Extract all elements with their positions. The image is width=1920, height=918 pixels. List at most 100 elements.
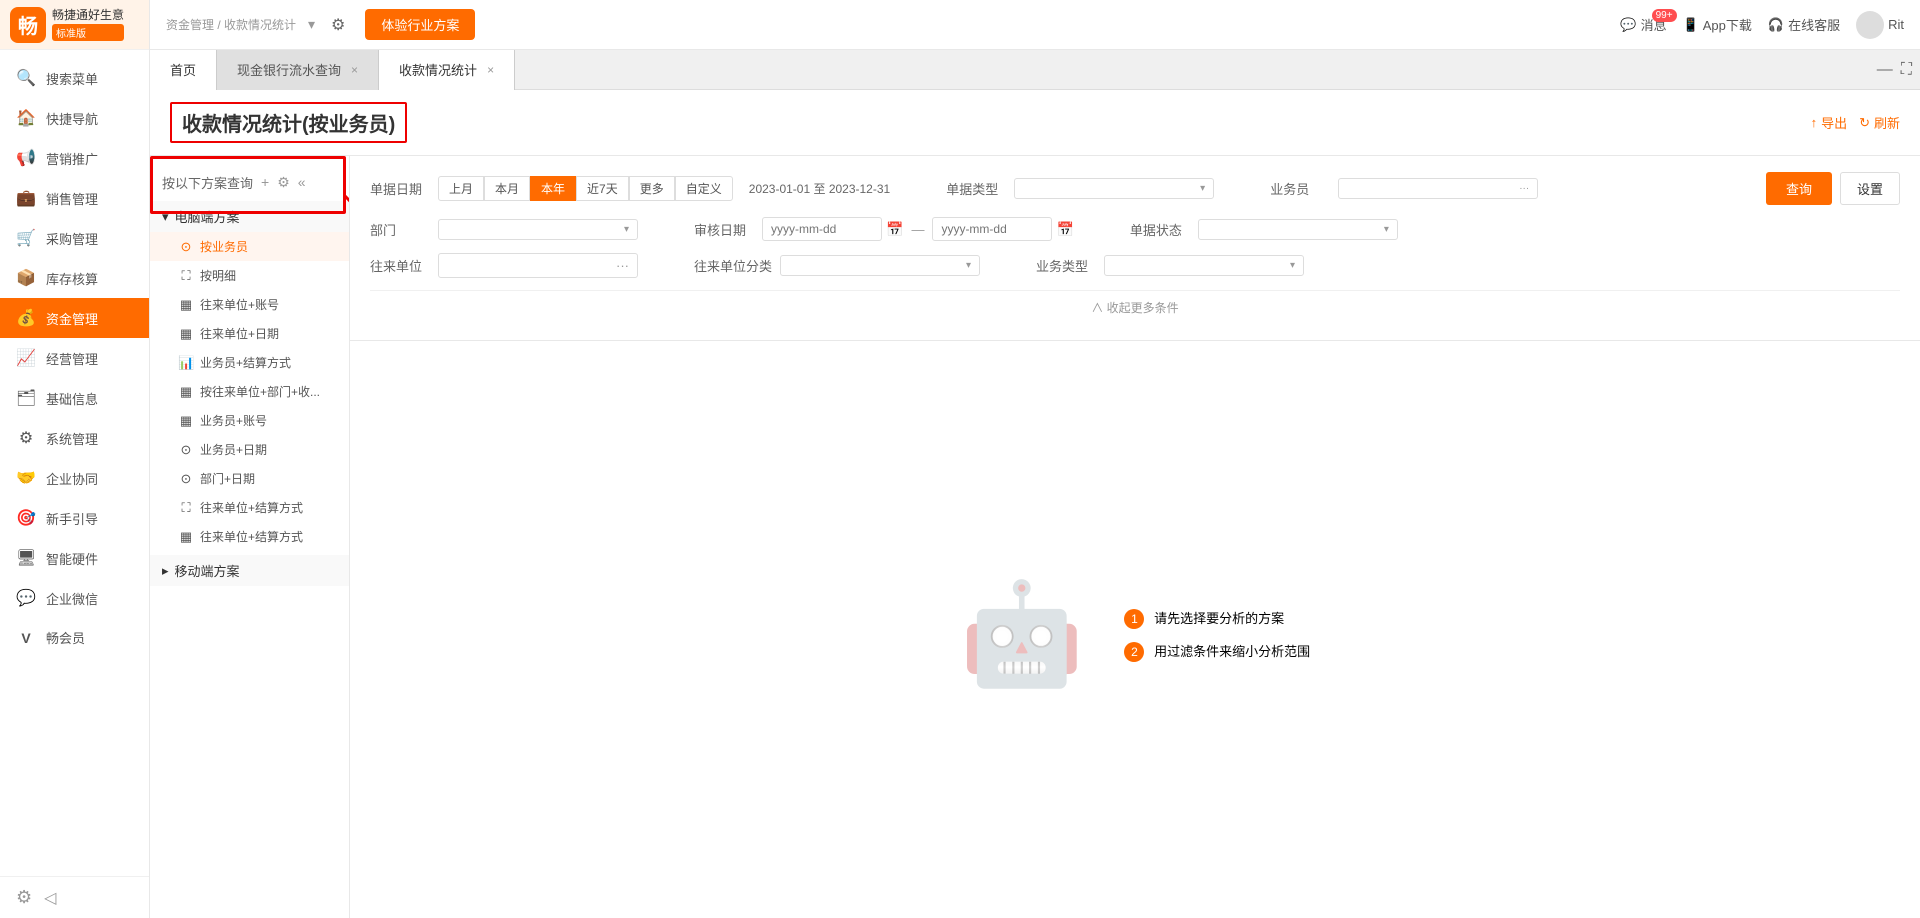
calendar-from-icon[interactable]: 📅 bbox=[886, 221, 903, 238]
voucher-status-arrow-icon: ▾ bbox=[1384, 224, 1389, 235]
topbar-settings-icon[interactable]: ⚙ bbox=[331, 15, 345, 35]
tree-item-counterpart-settlement2[interactable]: ▦ 往来单位+结算方式 bbox=[150, 522, 349, 551]
message-count: 99+ bbox=[1652, 9, 1677, 22]
sidebar-item-search-menu[interactable]: 🔍 搜索菜单 bbox=[0, 58, 149, 98]
voucher-status-select[interactable]: ▾ bbox=[1198, 219, 1398, 240]
counterpart-category-select[interactable]: ▾ bbox=[780, 255, 980, 276]
sidebar-item-label: 智能硬件 bbox=[46, 549, 98, 568]
sidebar-item-label: 库存核算 bbox=[46, 269, 98, 288]
date-tab-last-month[interactable]: 上月 bbox=[438, 176, 484, 201]
tab-minimize-icon[interactable]: — bbox=[1877, 61, 1893, 79]
salesman-select[interactable]: ··· bbox=[1338, 178, 1538, 199]
sidebar-item-wechat[interactable]: 💬 企业微信 bbox=[0, 578, 149, 618]
export-btn[interactable]: ↑ 导出 bbox=[1811, 113, 1848, 132]
sidebar-item-purchase[interactable]: 🛒 采购管理 bbox=[0, 218, 149, 258]
business-type-select[interactable]: ▾ bbox=[1104, 255, 1304, 276]
sidebar-item-operation[interactable]: 📈 经营管理 bbox=[0, 338, 149, 378]
tree-item-counterpart-dept[interactable]: ▦ 按往来单位+部门+收... bbox=[150, 377, 349, 406]
page-title: 收款情况统计(按业务员) bbox=[170, 102, 407, 143]
counterpart-category-filter: 往来单位分类 ▾ bbox=[694, 255, 980, 276]
tree-item-salesman-date[interactable]: ⊙ 业务员+日期 bbox=[150, 435, 349, 464]
voucher-type-select[interactable]: ▾ bbox=[1014, 178, 1214, 199]
sidebar-item-member[interactable]: V 畅会员 bbox=[0, 618, 149, 657]
collapse-sidebar-icon[interactable]: ◁ bbox=[44, 888, 56, 908]
review-date-from-input[interactable] bbox=[762, 217, 882, 241]
tree-desktop-header[interactable]: ▾ 电脑端方案 bbox=[150, 201, 349, 232]
counterpart-select[interactable]: ··· bbox=[438, 253, 638, 278]
export-icon: ↑ bbox=[1811, 115, 1818, 130]
tree-item-counterpart-account[interactable]: ▦ 往来单位+账号 bbox=[150, 290, 349, 319]
review-date-to-input[interactable] bbox=[932, 217, 1052, 241]
sidebar-item-system[interactable]: ⚙ 系统管理 bbox=[0, 418, 149, 458]
sidebar-item-newbie[interactable]: 🎯 新手引导 bbox=[0, 498, 149, 538]
sidebar-item-enterprise[interactable]: 🤝 企业协同 bbox=[0, 458, 149, 498]
sidebar-item-label: 搜索菜单 bbox=[46, 69, 98, 88]
sidebar-item-label: 快捷导航 bbox=[46, 109, 98, 128]
sidebar-item-sales[interactable]: 💼 销售管理 bbox=[0, 178, 149, 218]
tree-item-salesman-settlement[interactable]: 📊 业务员+结算方式 bbox=[150, 348, 349, 377]
main-content: 收款情况统计(按业务员) ↑ 导出 ↻ 刷新 按以下方案查询 + ⚙ « bbox=[150, 90, 1920, 918]
tree-item-counterpart-settlement1[interactable]: ⛶ 往来单位+结算方式 bbox=[150, 493, 349, 522]
user-name: Rit bbox=[1888, 17, 1904, 32]
refresh-btn[interactable]: ↻ 刷新 bbox=[1859, 113, 1900, 132]
message-badge[interactable]: 💬 消息 99+ bbox=[1620, 15, 1666, 34]
tree-item-label: 按业务员 bbox=[200, 238, 248, 255]
sidebar-item-inventory[interactable]: 📦 库存核算 bbox=[0, 258, 149, 298]
marketing-icon: 📢 bbox=[16, 148, 36, 168]
tab-maximize-icon[interactable]: ⛶ bbox=[1901, 61, 1912, 79]
tree-section-desktop: ▾ 电脑端方案 ⊙ 按业务员 ⛶ 按明细 ▦ 往来单位+账号 ▦ 往来单位+ bbox=[150, 201, 349, 551]
sidebar-item-label: 采购管理 bbox=[46, 229, 98, 248]
sidebar-item-label: 畅会员 bbox=[46, 628, 85, 647]
sidebar-item-label: 基础信息 bbox=[46, 389, 98, 408]
tab-bank-flow[interactable]: 现金银行流水查询 × bbox=[217, 50, 379, 90]
settings-scheme-btn[interactable]: ⚙ bbox=[275, 172, 292, 193]
sidebar-item-smart-hw[interactable]: 🖥 智能硬件 bbox=[0, 538, 149, 578]
dept-select[interactable]: ▾ bbox=[438, 219, 638, 240]
collapse-filter-bar[interactable]: ∧ 收起更多条件 bbox=[370, 290, 1900, 324]
counterpart-settlement1-icon: ⛶ bbox=[178, 500, 194, 516]
date-tab-this-year[interactable]: 本年 bbox=[530, 176, 576, 201]
tree-mobile-header[interactable]: ▸ 移动端方案 bbox=[150, 555, 349, 586]
tab-receipt-stat[interactable]: 收款情况统计 × bbox=[379, 50, 515, 90]
collapse-panel-btn[interactable]: « bbox=[296, 172, 308, 193]
online-service-link[interactable]: 🎧 在线客服 bbox=[1768, 15, 1840, 34]
date-filter-group: 单据日期 上月 本月 本年 近7天 更多 自定义 2023-01-01 至 20… bbox=[370, 176, 890, 201]
inventory-icon: 📦 bbox=[16, 268, 36, 288]
voucher-status-label: 单据状态 bbox=[1130, 220, 1190, 239]
tree-item-dept-date[interactable]: ⊙ 部门+日期 bbox=[150, 464, 349, 493]
tree-item-salesman-account[interactable]: ▦ 业务员+账号 bbox=[150, 406, 349, 435]
sidebar-item-marketing[interactable]: 📢 营销推广 bbox=[0, 138, 149, 178]
sidebar-item-basic-info[interactable]: 🗂 基础信息 bbox=[0, 378, 149, 418]
query-btn[interactable]: 查询 bbox=[1766, 172, 1832, 205]
counterpart-more-icon[interactable]: ··· bbox=[616, 258, 629, 273]
settings-icon[interactable]: ⚙ bbox=[16, 887, 32, 908]
trial-btn[interactable]: 体验行业方案 bbox=[365, 9, 475, 40]
sidebar-item-quick-nav[interactable]: 🏠 快捷导航 bbox=[0, 98, 149, 138]
setting-btn[interactable]: 设置 bbox=[1840, 172, 1900, 205]
date-tab-custom[interactable]: 自定义 bbox=[675, 176, 733, 201]
tree-item-label: 往来单位+账号 bbox=[200, 296, 279, 313]
tree-item-by-detail[interactable]: ⛶ 按明细 bbox=[150, 261, 349, 290]
tree-item-counterpart-date[interactable]: ▦ 往来单位+日期 bbox=[150, 319, 349, 348]
sidebar-item-label: 经营管理 bbox=[46, 349, 98, 368]
salesman-more-icon[interactable]: ··· bbox=[1519, 183, 1529, 194]
filter-row-3: 往来单位 ··· 往来单位分类 ▾ 业务类型 bbox=[370, 253, 1900, 278]
user-profile[interactable]: Rit bbox=[1856, 11, 1904, 39]
tab-receipt-stat-close[interactable]: × bbox=[487, 63, 494, 77]
tree-item-by-salesman[interactable]: ⊙ 按业务员 bbox=[150, 232, 349, 261]
date-tab-this-month[interactable]: 本月 bbox=[484, 176, 530, 201]
app-download-link[interactable]: 📱 App下载 bbox=[1683, 15, 1752, 34]
voucher-type-arrow-icon: ▾ bbox=[1200, 183, 1205, 194]
sidebar-item-finance[interactable]: 💰 资金管理 bbox=[0, 298, 149, 338]
app-logo-icon: 畅 bbox=[10, 7, 46, 43]
tab-bank-flow-close[interactable]: × bbox=[351, 63, 358, 77]
breadcrumb-expand-icon[interactable]: ▾ bbox=[308, 16, 315, 33]
breadcrumb-text: 资金管理 / 收款情况统计 bbox=[166, 16, 296, 33]
tab-home[interactable]: 首页 bbox=[150, 50, 217, 90]
counterpart-category-label: 往来单位分类 bbox=[694, 256, 772, 275]
add-scheme-btn[interactable]: + bbox=[259, 172, 271, 193]
calendar-to-icon[interactable]: 📅 bbox=[1056, 221, 1073, 238]
date-tab-7days[interactable]: 近7天 bbox=[576, 176, 629, 201]
business-type-filter: 业务类型 ▾ bbox=[1036, 255, 1304, 276]
date-tab-more[interactable]: 更多 bbox=[629, 176, 675, 201]
